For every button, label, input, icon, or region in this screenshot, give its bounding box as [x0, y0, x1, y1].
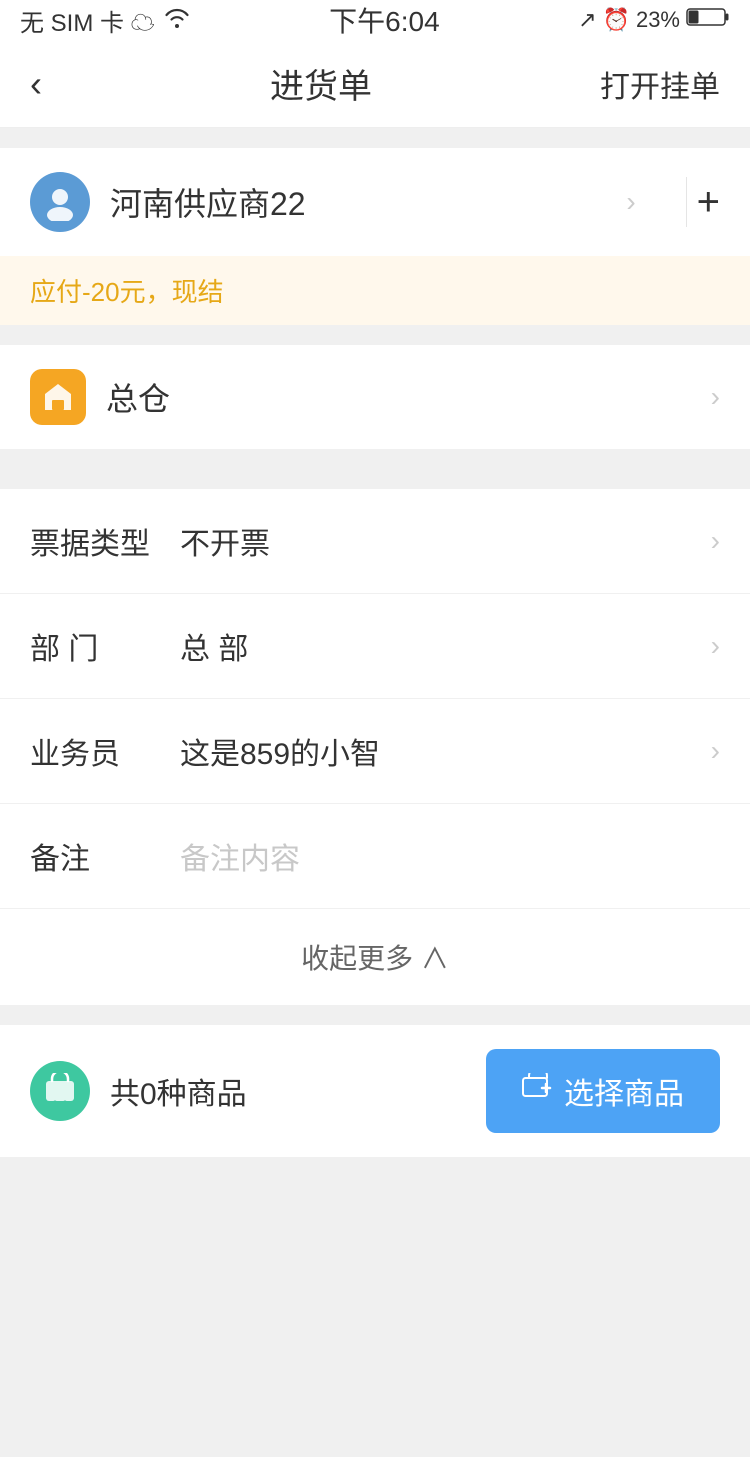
back-button[interactable]: ‹ — [30, 63, 42, 105]
notice-text: 应付-20元，现结 — [30, 277, 224, 307]
salesperson-value: 这是859的小智 — [180, 729, 711, 773]
notice-bar: 应付-20元，现结 — [0, 256, 750, 325]
vertical-divider — [686, 177, 687, 227]
supplier-avatar — [30, 172, 90, 232]
goods-count: 共0种商品 — [110, 1069, 486, 1113]
gap-1 — [0, 128, 750, 148]
location-icon: ↗ — [578, 7, 596, 33]
status-right: ↗ ⏰ 23% — [578, 6, 730, 34]
department-chevron-icon: › — [711, 630, 720, 662]
wifi-icon — [163, 6, 191, 35]
department-row[interactable]: 部 门 总 部 › — [0, 593, 750, 698]
cart-icon — [30, 1061, 90, 1121]
sim-label: 无 SIM 卡 ☁ — [20, 3, 155, 38]
supplier-section: 河南供应商22 › + 应付-20元，现结 — [0, 148, 750, 325]
warehouse-name: 总仓 — [106, 374, 711, 420]
salesperson-chevron-icon: › — [711, 735, 720, 767]
salesperson-label: 业务员 — [30, 729, 170, 773]
salesperson-row[interactable]: 业务员 这是859的小智 › — [0, 698, 750, 803]
gap-2 — [0, 325, 750, 345]
supplier-chevron-icon: › — [626, 186, 635, 218]
gap-4 — [0, 1005, 750, 1025]
collapse-section: 收起更多 ∧ — [0, 908, 750, 1005]
invoice-type-value: 不开票 — [180, 519, 711, 563]
page-title: 进货单 — [270, 59, 372, 108]
main-background — [0, 1157, 750, 1457]
warehouse-chevron-icon: › — [711, 381, 720, 413]
form-section: 票据类型 不开票 › 部 门 总 部 › 业务员 这是859的小智 › 备注 备… — [0, 489, 750, 908]
bottom-bar: 共0种商品 选择商品 — [0, 1025, 750, 1157]
status-bar: 无 SIM 卡 ☁ 下午6:04 ↗ ⏰ 23% — [0, 0, 750, 40]
supplier-row[interactable]: 河南供应商22 › + — [0, 148, 750, 256]
remark-input[interactable]: 备注内容 — [180, 834, 720, 878]
department-label: 部 门 — [30, 624, 170, 668]
invoice-type-chevron-icon: › — [711, 525, 720, 557]
open-pending-button[interactable]: 打开挂单 — [600, 62, 720, 106]
warehouse-row[interactable]: 总仓 › — [0, 345, 750, 449]
status-left: 无 SIM 卡 ☁ — [20, 3, 191, 38]
select-goods-button[interactable]: 选择商品 — [486, 1049, 720, 1133]
select-goods-icon — [522, 1073, 554, 1109]
status-time: 下午6:04 — [329, 0, 440, 40]
alarm-icon: ⏰ — [603, 7, 630, 33]
warehouse-icon — [30, 369, 86, 425]
battery-label: 23% — [636, 7, 680, 33]
supplier-name: 河南供应商22 — [110, 179, 626, 225]
add-supplier-button[interactable]: + — [697, 182, 720, 222]
remark-row[interactable]: 备注 备注内容 — [0, 803, 750, 908]
remark-label: 备注 — [30, 834, 170, 878]
collapse-button[interactable]: 收起更多 ∧ — [0, 909, 750, 1005]
invoice-type-row[interactable]: 票据类型 不开票 › — [0, 489, 750, 593]
select-goods-label: 选择商品 — [564, 1069, 684, 1113]
nav-bar: ‹ 进货单 打开挂单 — [0, 40, 750, 128]
department-value: 总 部 — [180, 624, 711, 668]
invoice-type-label: 票据类型 — [30, 519, 170, 563]
gap-3 — [0, 449, 750, 469]
battery-icon — [686, 6, 730, 34]
